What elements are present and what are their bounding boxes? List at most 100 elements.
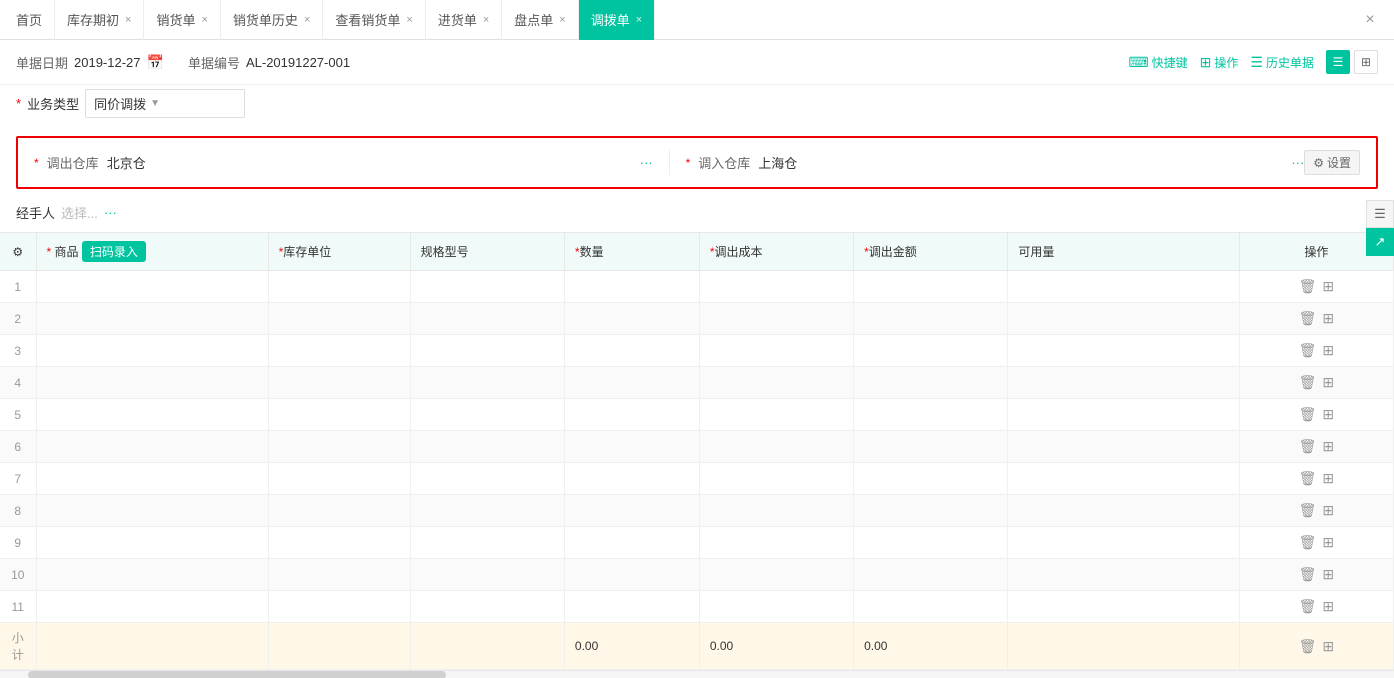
tab-inventory[interactable]: 盘点单 ×: [502, 0, 578, 40]
row-qty-6[interactable]: [564, 431, 699, 463]
horizontal-scrollbar[interactable]: [0, 670, 1394, 678]
row-avail-10[interactable]: [1008, 559, 1239, 591]
row-qty-4[interactable]: [564, 367, 699, 399]
delete-icon-2[interactable]: 🗑: [1299, 310, 1317, 327]
history-btn[interactable]: ☰ 历史单据: [1250, 54, 1314, 71]
delete-icon-10[interactable]: 🗑: [1299, 566, 1317, 583]
tab-inventory-init[interactable]: 库存期初 ×: [55, 0, 144, 40]
window-close-button[interactable]: ×: [1354, 4, 1386, 36]
row-amount-6[interactable]: [854, 431, 1008, 463]
row-avail-7[interactable]: [1008, 463, 1239, 495]
row-spec-4[interactable]: [410, 367, 564, 399]
row-cost-3[interactable]: [699, 335, 853, 367]
row-unit-4[interactable]: [268, 367, 410, 399]
row-cost-7[interactable]: [699, 463, 853, 495]
tab-inventory-init-close[interactable]: ×: [125, 14, 131, 26]
row-goods-5[interactable]: [36, 399, 268, 431]
copy-icon-9[interactable]: ⊞: [1322, 534, 1334, 551]
col-settings-header[interactable]: ⚙: [0, 233, 36, 271]
calendar-icon[interactable]: 📅: [147, 54, 164, 71]
row-amount-8[interactable]: [854, 495, 1008, 527]
copy-icon-7[interactable]: ⊞: [1322, 470, 1334, 487]
row-avail-4[interactable]: [1008, 367, 1239, 399]
copy-icon-8[interactable]: ⊞: [1322, 502, 1334, 519]
tab-home[interactable]: 首页: [8, 0, 55, 40]
delete-icon-7[interactable]: 🗑: [1299, 470, 1317, 487]
row-cost-1[interactable]: [699, 271, 853, 303]
tab-transfer-close[interactable]: ×: [636, 14, 642, 26]
row-cost-6[interactable]: [699, 431, 853, 463]
settings-button[interactable]: ⚙ 设置: [1304, 150, 1360, 175]
row-avail-1[interactable]: [1008, 271, 1239, 303]
copy-icon-4[interactable]: ⊞: [1322, 374, 1334, 391]
operations-btn[interactable]: ⊞ 操作: [1200, 54, 1239, 71]
in-warehouse-more-icon[interactable]: ···: [1291, 155, 1304, 170]
delete-icon-8[interactable]: 🗑: [1299, 502, 1317, 519]
out-warehouse-more-icon[interactable]: ···: [640, 155, 653, 170]
row-spec-1[interactable]: [410, 271, 564, 303]
row-goods-2[interactable]: [36, 303, 268, 335]
shortcuts-btn[interactable]: ⌨ 快捷键: [1128, 54, 1187, 71]
copy-icon-3[interactable]: ⊞: [1322, 342, 1334, 359]
scan-button[interactable]: 扫码录入: [82, 241, 146, 262]
copy-icon-11[interactable]: ⊞: [1322, 598, 1334, 615]
row-avail-6[interactable]: [1008, 431, 1239, 463]
row-spec-11[interactable]: [410, 591, 564, 623]
row-amount-9[interactable]: [854, 527, 1008, 559]
subtotal-copy-icon[interactable]: ⊞: [1322, 638, 1334, 655]
tab-sales[interactable]: 销货单 ×: [144, 0, 220, 40]
row-spec-5[interactable]: [410, 399, 564, 431]
row-amount-10[interactable]: [854, 559, 1008, 591]
row-avail-9[interactable]: [1008, 527, 1239, 559]
tab-purchase[interactable]: 进货单 ×: [426, 0, 502, 40]
tab-view-sales[interactable]: 查看销货单 ×: [323, 0, 425, 40]
row-goods-8[interactable]: [36, 495, 268, 527]
row-amount-1[interactable]: [854, 271, 1008, 303]
copy-icon-1[interactable]: ⊞: [1322, 278, 1334, 295]
row-goods-10[interactable]: [36, 559, 268, 591]
sidebar-export-icon[interactable]: ↗: [1366, 228, 1394, 256]
row-unit-2[interactable]: [268, 303, 410, 335]
row-amount-2[interactable]: [854, 303, 1008, 335]
tab-sales-history[interactable]: 销货单历史 ×: [221, 0, 323, 40]
row-unit-11[interactable]: [268, 591, 410, 623]
row-unit-1[interactable]: [268, 271, 410, 303]
tab-transfer[interactable]: 调拨单 ×: [579, 0, 655, 40]
row-spec-3[interactable]: [410, 335, 564, 367]
scrollbar-thumb[interactable]: [28, 671, 446, 678]
handler-select[interactable]: 选择...: [61, 203, 98, 222]
row-unit-5[interactable]: [268, 399, 410, 431]
row-unit-10[interactable]: [268, 559, 410, 591]
row-cost-2[interactable]: [699, 303, 853, 335]
copy-icon-5[interactable]: ⊞: [1322, 406, 1334, 423]
row-amount-11[interactable]: [854, 591, 1008, 623]
row-spec-2[interactable]: [410, 303, 564, 335]
row-qty-1[interactable]: [564, 271, 699, 303]
row-goods-6[interactable]: [36, 431, 268, 463]
subtotal-delete-icon[interactable]: 🗑: [1299, 638, 1317, 655]
row-goods-11[interactable]: [36, 591, 268, 623]
tab-sales-history-close[interactable]: ×: [304, 14, 310, 26]
row-goods-4[interactable]: [36, 367, 268, 399]
delete-icon-9[interactable]: 🗑: [1299, 534, 1317, 551]
copy-icon-10[interactable]: ⊞: [1322, 566, 1334, 583]
row-cost-9[interactable]: [699, 527, 853, 559]
row-goods-9[interactable]: [36, 527, 268, 559]
row-avail-11[interactable]: [1008, 591, 1239, 623]
delete-icon-11[interactable]: 🗑: [1299, 598, 1317, 615]
row-qty-7[interactable]: [564, 463, 699, 495]
row-qty-11[interactable]: [564, 591, 699, 623]
row-goods-7[interactable]: [36, 463, 268, 495]
row-spec-8[interactable]: [410, 495, 564, 527]
row-spec-9[interactable]: [410, 527, 564, 559]
row-unit-7[interactable]: [268, 463, 410, 495]
row-spec-10[interactable]: [410, 559, 564, 591]
view-grid-btn[interactable]: ⊞: [1354, 50, 1378, 74]
sidebar-list-icon[interactable]: ☰: [1366, 200, 1394, 228]
row-qty-5[interactable]: [564, 399, 699, 431]
tab-inventory-close[interactable]: ×: [559, 14, 565, 26]
row-unit-6[interactable]: [268, 431, 410, 463]
tab-purchase-close[interactable]: ×: [483, 14, 489, 26]
row-amount-7[interactable]: [854, 463, 1008, 495]
delete-icon-1[interactable]: 🗑: [1299, 278, 1317, 295]
